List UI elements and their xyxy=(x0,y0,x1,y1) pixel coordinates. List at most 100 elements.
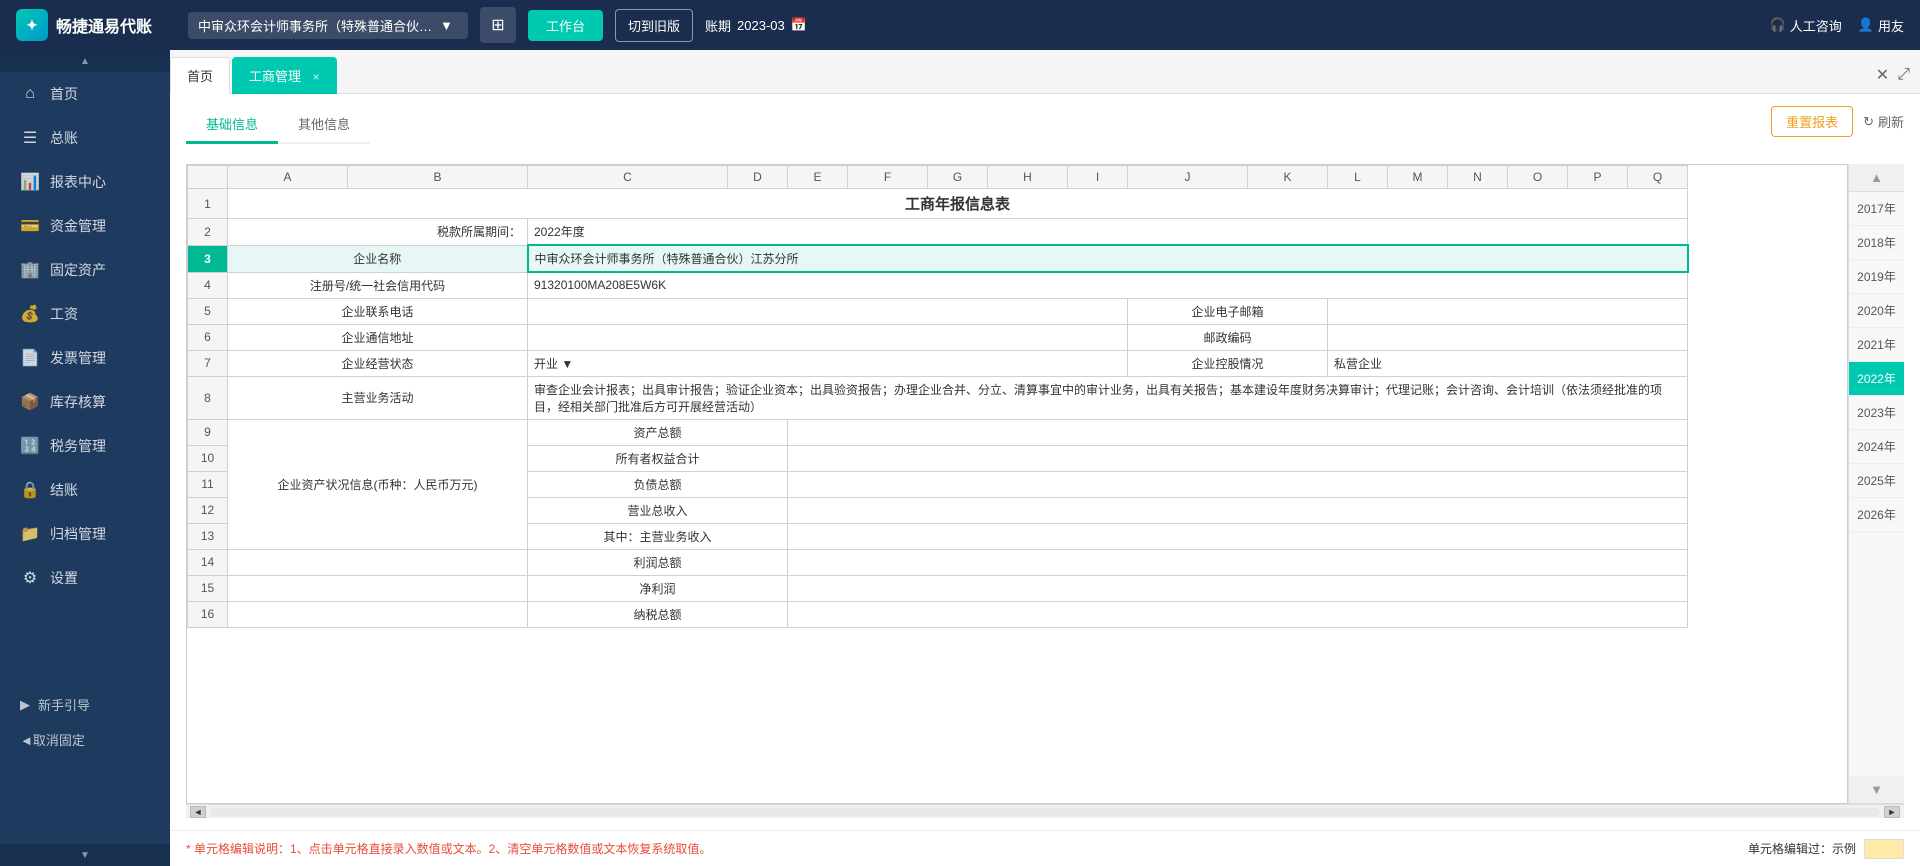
table-cell[interactable]: 91320100MA208E5W6K xyxy=(528,272,1688,298)
table-cell[interactable] xyxy=(788,523,1688,549)
sidebar: ▲ ⌂ 首页 ☰ 总账 📊 报表中心 💳 资金管理 🏢 固定资产 💰 工资 📄 … xyxy=(0,50,170,866)
scroll-track[interactable] xyxy=(210,808,1880,816)
table-cell[interactable] xyxy=(788,471,1688,497)
table-cell[interactable]: 工商年报信息表 xyxy=(228,189,1688,219)
sidebar-scroll-down[interactable]: ▼ xyxy=(0,844,170,866)
table-cell: 纳税总额 xyxy=(528,601,788,627)
table-cell xyxy=(228,549,528,575)
table-row: 7 企业经营状态 开业 ▼ 企业控股情况 私营企业 xyxy=(188,350,1688,376)
table-cell: 企业名称 xyxy=(228,245,528,272)
year-panel-up[interactable]: ▲ xyxy=(1849,164,1904,192)
tab-home[interactable]: 首页 xyxy=(170,57,230,94)
year-item-2021[interactable]: 2021年 xyxy=(1849,328,1904,362)
unpin-sidebar[interactable]: ◄取消固定 xyxy=(0,722,170,757)
sidebar-scroll-up[interactable]: ▲ xyxy=(0,50,170,72)
calendar-icon[interactable]: 📅 xyxy=(791,17,807,33)
year-item-2026[interactable]: 2026年 xyxy=(1849,498,1904,532)
col-header-l: L xyxy=(1328,166,1388,189)
table-cell[interactable]: 开业 ▼ xyxy=(528,350,1128,376)
table-cell[interactable] xyxy=(1328,298,1688,324)
table-cell: 资产总额 xyxy=(528,419,788,445)
table-cell[interactable] xyxy=(788,445,1688,471)
scroll-left-btn[interactable]: ◄ xyxy=(190,806,206,818)
sidebar-item-close[interactable]: 🔒 结账 xyxy=(0,468,170,512)
table-cell[interactable]: 2022年度 xyxy=(528,219,1688,246)
home-icon: ⌂ xyxy=(20,85,40,103)
expand-tab-btn[interactable]: ⤢ xyxy=(1897,66,1910,84)
year-item-2020[interactable]: 2020年 xyxy=(1849,294,1904,328)
table-cell: 企业资产状况信息(币种：人民币万元) xyxy=(228,419,528,549)
sidebar-item-tax[interactable]: 🔢 税务管理 xyxy=(0,424,170,468)
col-header-b: B xyxy=(348,166,528,189)
col-header-m: M xyxy=(1388,166,1448,189)
company-icon-btn[interactable]: ⊞ xyxy=(480,7,516,43)
table-cell[interactable] xyxy=(528,324,1128,350)
company-selector[interactable]: 中审众环会计师事务所（特殊普通合伙… ▼ xyxy=(188,12,468,39)
table-cell[interactable] xyxy=(788,419,1688,445)
table-cell[interactable] xyxy=(528,298,1128,324)
sidebar-item-home[interactable]: ⌂ 首页 xyxy=(0,72,170,116)
sub-tab-basic[interactable]: 基础信息 xyxy=(186,106,278,144)
year-item-2017[interactable]: 2017年 xyxy=(1849,192,1904,226)
sidebar-item-label: 总账 xyxy=(50,128,78,148)
sidebar-item-ledger[interactable]: ☰ 总账 xyxy=(0,116,170,160)
close-tab-btn[interactable]: ✕ xyxy=(1876,65,1889,85)
sidebar-item-label: 发票管理 xyxy=(50,348,106,368)
toolbar: 重置报表 ↻ 刷新 xyxy=(1771,106,1904,137)
sidebar-item-report[interactable]: 📊 报表中心 xyxy=(0,160,170,204)
year-item-2018[interactable]: 2018年 xyxy=(1849,226,1904,260)
year-item-2022[interactable]: 2022年 xyxy=(1849,362,1904,396)
refresh-button[interactable]: ↻ 刷新 xyxy=(1863,112,1904,131)
old-version-button[interactable]: 切到旧版 xyxy=(615,9,693,42)
year-panel-down[interactable]: ▼ xyxy=(1849,776,1904,804)
scroll-right-btn[interactable]: ► xyxy=(1884,806,1900,818)
table-cell[interactable]: 中审众环会计师事务所（特殊普通合伙）江苏分所 xyxy=(528,245,1688,272)
user-icon: 👤 xyxy=(1858,17,1874,33)
sidebar-item-inventory[interactable]: 📦 库存核算 xyxy=(0,380,170,424)
table-cell: 负债总额 xyxy=(528,471,788,497)
year-item-2025[interactable]: 2025年 xyxy=(1849,464,1904,498)
report-icon: 📊 xyxy=(20,172,40,192)
row-header: 5 xyxy=(188,298,228,324)
archive-icon: 📁 xyxy=(20,524,40,544)
app-name: 畅捷通易代账 xyxy=(56,13,152,37)
sidebar-item-invoice[interactable]: 📄 发票管理 xyxy=(0,336,170,380)
table-cell[interactable] xyxy=(788,497,1688,523)
workbench-button[interactable]: 工作台 xyxy=(528,10,603,41)
table-cell[interactable] xyxy=(1328,324,1688,350)
sidebar-item-fixed[interactable]: 🏢 固定资产 xyxy=(0,248,170,292)
row-header: 16 xyxy=(188,601,228,627)
status-hint: * 单元格编辑说明：1、点击单元格直接录入数值或文本。2、清空单元格数值或文本恢… xyxy=(186,840,711,857)
row-header: 11 xyxy=(188,471,228,497)
reset-report-button[interactable]: 重置报表 xyxy=(1771,106,1853,137)
table-cell[interactable] xyxy=(788,601,1688,627)
logo-area: ✦ 畅捷通易代账 xyxy=(16,9,176,41)
sidebar-item-archive[interactable]: 📁 归档管理 xyxy=(0,512,170,556)
col-header-o: O xyxy=(1508,166,1568,189)
horizontal-scrollbar[interactable]: ◄ ► xyxy=(186,804,1904,818)
table-cell[interactable] xyxy=(788,575,1688,601)
sub-tab-other[interactable]: 其他信息 xyxy=(278,106,370,144)
tab-active[interactable]: 工商管理 × xyxy=(232,57,337,94)
status-bar-right: 单元格编辑过：示例 xyxy=(1748,839,1904,859)
refresh-icon: ↻ xyxy=(1863,114,1874,130)
new-user-guide[interactable]: ▶ 新手引导 xyxy=(0,687,170,722)
fixed-icon: 🏢 xyxy=(20,260,40,280)
table-cell[interactable]: 审查企业会计报表；出具审计报告；验证企业资本；出具验资报告；办理企业合并、分立、… xyxy=(528,376,1688,419)
year-item-2023[interactable]: 2023年 xyxy=(1849,396,1904,430)
salary-icon: 💰 xyxy=(20,304,40,324)
table-cell[interactable]: 私营企业 xyxy=(1328,350,1688,376)
user-menu[interactable]: 👤 用友 xyxy=(1858,16,1904,35)
spreadsheet-container[interactable]: A B C D E F G H I J K L xyxy=(186,164,1848,804)
ai-consult[interactable]: 🎧 人工咨询 xyxy=(1770,16,1842,35)
main-layout: ▲ ⌂ 首页 ☰ 总账 📊 报表中心 💳 资金管理 🏢 固定资产 💰 工资 📄 … xyxy=(0,50,1920,866)
table-cell[interactable] xyxy=(788,549,1688,575)
year-item-2019[interactable]: 2019年 xyxy=(1849,260,1904,294)
sidebar-item-finance[interactable]: 💳 资金管理 xyxy=(0,204,170,248)
table-row: 5 企业联系电话 企业电子邮箱 xyxy=(188,298,1688,324)
table-cell: 邮政编码 xyxy=(1128,324,1328,350)
tab-close-icon[interactable]: × xyxy=(313,70,320,84)
sidebar-item-salary[interactable]: 💰 工资 xyxy=(0,292,170,336)
sidebar-item-settings[interactable]: ⚙ 设置 xyxy=(0,556,170,600)
year-item-2024[interactable]: 2024年 xyxy=(1849,430,1904,464)
